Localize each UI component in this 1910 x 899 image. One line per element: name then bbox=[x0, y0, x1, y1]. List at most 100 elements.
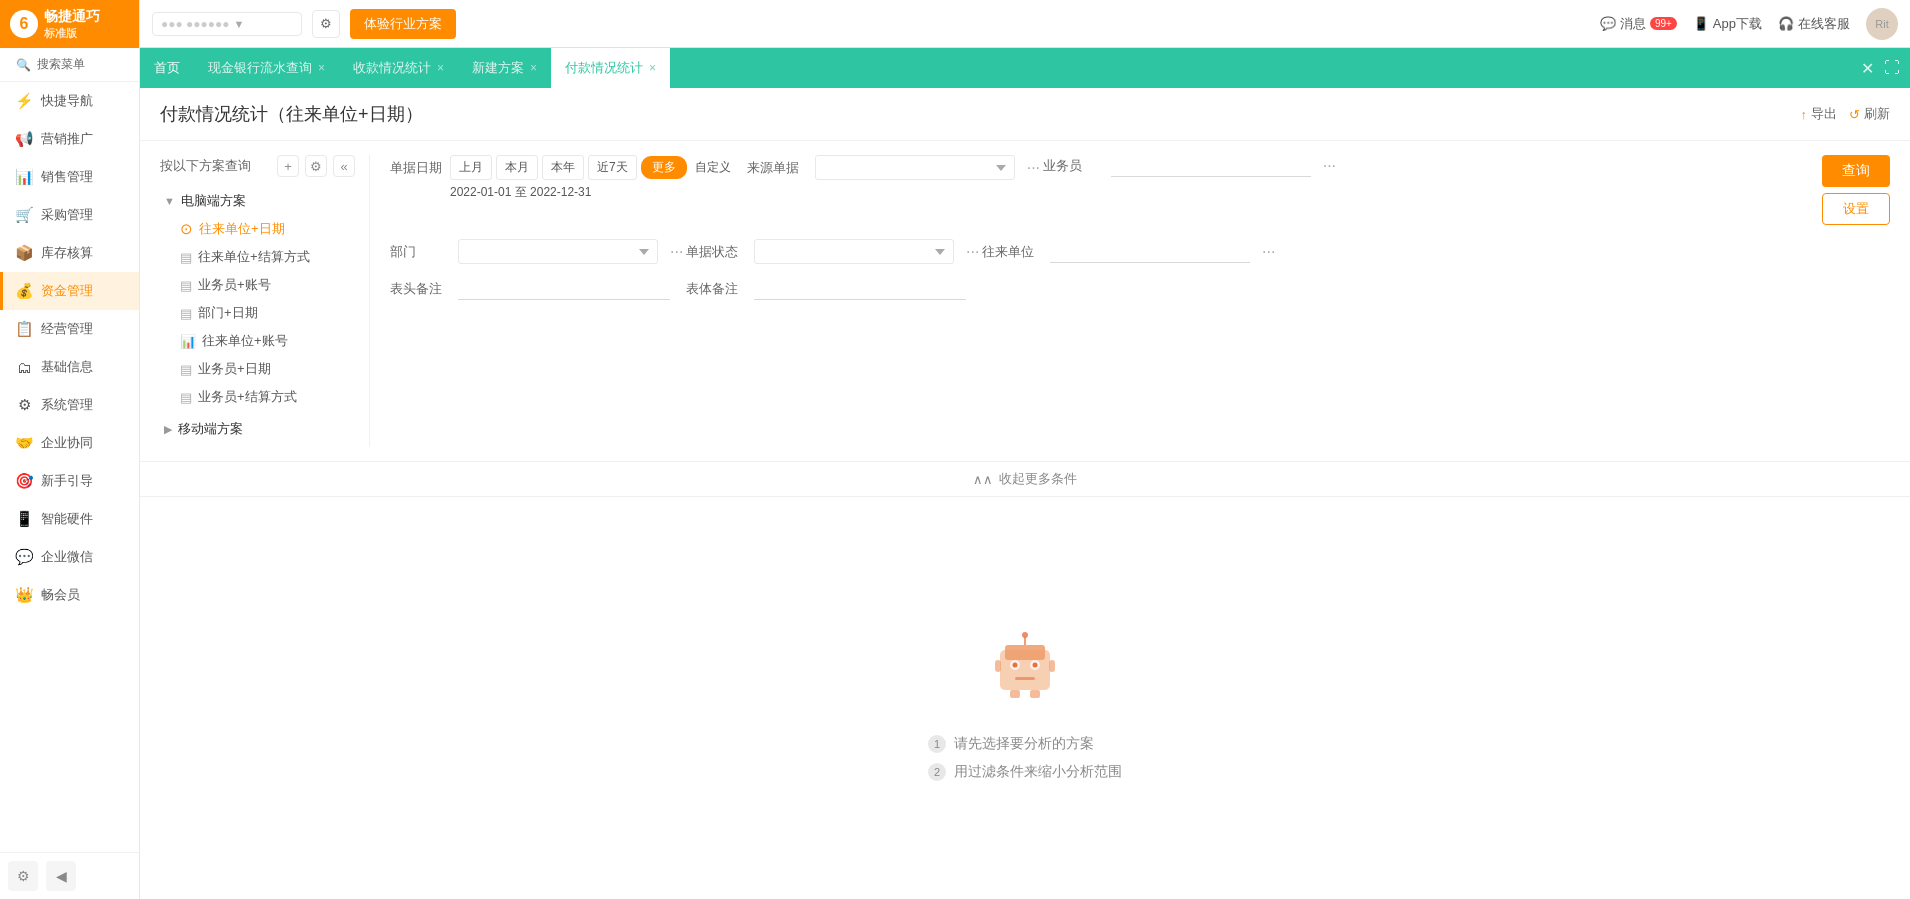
tab-home[interactable]: 首页 bbox=[140, 48, 194, 88]
scheme-settings-btn[interactable]: ⚙ bbox=[305, 155, 327, 177]
dept-dots[interactable]: ··· bbox=[666, 243, 687, 261]
date-buttons: 上月 本月 本年 近7天 更多 自定义 bbox=[450, 155, 731, 180]
scheme-grid-icon-4: ▤ bbox=[180, 362, 192, 377]
tab-bank-flow-close[interactable]: × bbox=[318, 61, 325, 75]
header-note-input[interactable] bbox=[458, 278, 670, 300]
mobile-category-header[interactable]: ▶ 移动端方案 bbox=[160, 415, 355, 443]
scheme-collapse-btn[interactable]: « bbox=[333, 155, 355, 177]
sidebar-item-basic-info[interactable]: 🗂 基础信息 bbox=[0, 348, 139, 386]
last-7days-btn[interactable]: 近7天 bbox=[588, 155, 637, 180]
refresh-btn[interactable]: ↺ 刷新 bbox=[1849, 105, 1890, 123]
sidebar-item-marketing[interactable]: 📢 营销推广 bbox=[0, 120, 139, 158]
sidebar-item-label: 新手引导 bbox=[41, 472, 93, 490]
search-menu[interactable]: 🔍 搜索菜单 bbox=[0, 48, 139, 82]
sidebar-item-hardware[interactable]: 📱 智能硬件 bbox=[0, 500, 139, 538]
tab-new-plan-close[interactable]: × bbox=[530, 61, 537, 75]
body-note-input[interactable] bbox=[754, 278, 966, 300]
salesman-input[interactable] bbox=[1111, 155, 1311, 177]
dept-select[interactable] bbox=[458, 239, 658, 264]
address-text: ●●● ●●●●●● bbox=[161, 17, 230, 31]
tab-payment-stats[interactable]: 付款情况统计 × bbox=[551, 48, 670, 88]
sidebar-collapse-btn[interactable]: ◀ bbox=[46, 861, 76, 891]
query-btn[interactable]: 查询 bbox=[1822, 155, 1890, 187]
salesman-dots[interactable]: ··· bbox=[1319, 157, 1340, 175]
sidebar-settings-btn[interactable]: ⚙ bbox=[8, 861, 38, 891]
scheme-item-label: 业务员+账号 bbox=[198, 276, 271, 294]
scheme-item-label: 业务员+结算方式 bbox=[198, 388, 297, 406]
sidebar-item-finance[interactable]: 💰 资金管理 bbox=[0, 272, 139, 310]
sidebar-item-sales[interactable]: 📊 销售管理 bbox=[0, 158, 139, 196]
sidebar-item-wechat[interactable]: 💬 企业微信 bbox=[0, 538, 139, 576]
scheme-add-btn[interactable]: + bbox=[277, 155, 299, 177]
collapse-label: 收起更多条件 bbox=[999, 470, 1077, 488]
export-btn[interactable]: ↑ 导出 bbox=[1801, 105, 1838, 123]
sidebar-item-label: 系统管理 bbox=[41, 396, 93, 414]
sidebar-item-inventory[interactable]: 📦 库存核算 bbox=[0, 234, 139, 272]
app-download-btn[interactable]: 📱 App下载 bbox=[1693, 15, 1762, 33]
settings-btn[interactable]: 设置 bbox=[1822, 193, 1890, 225]
sidebar-item-label: 销售管理 bbox=[41, 168, 93, 186]
last-month-btn[interactable]: 上月 bbox=[450, 155, 492, 180]
partner-dots[interactable]: ··· bbox=[1258, 243, 1279, 261]
scheme-active-icon: ⊙ bbox=[180, 220, 193, 238]
logo-icon: 6 bbox=[10, 10, 38, 38]
scheme-item-unit-account[interactable]: 📊 往来单位+账号 bbox=[160, 327, 355, 355]
tab-payment-stats-close[interactable]: × bbox=[649, 61, 656, 75]
trial-button[interactable]: 体验行业方案 bbox=[350, 9, 456, 39]
page-header: 付款情况统计（往来单位+日期） ↑ 导出 ↺ 刷新 bbox=[140, 88, 1910, 141]
source-doc-dots[interactable]: ··· bbox=[1023, 159, 1044, 177]
svg-rect-8 bbox=[1049, 660, 1055, 672]
messages-btn[interactable]: 💬 消息 99+ bbox=[1600, 15, 1677, 33]
sidebar-item-guide[interactable]: 🎯 新手引导 bbox=[0, 462, 139, 500]
sidebar-item-label: 快捷导航 bbox=[41, 92, 93, 110]
this-month-btn[interactable]: 本月 bbox=[496, 155, 538, 180]
messages-label: 消息 bbox=[1620, 15, 1646, 33]
source-doc-select[interactable] bbox=[815, 155, 1015, 180]
tab-collection-close[interactable]: × bbox=[437, 61, 444, 75]
partner-col: 往来单位 ··· bbox=[982, 241, 1262, 263]
online-service-btn[interactable]: 🎧 在线客服 bbox=[1778, 15, 1850, 33]
sidebar-item-operation[interactable]: 📋 经营管理 bbox=[0, 310, 139, 348]
sidebar-item-enterprise[interactable]: 🤝 企业协同 bbox=[0, 424, 139, 462]
purchase-icon: 🛒 bbox=[15, 206, 33, 224]
desktop-category-header[interactable]: ▼ 电脑端方案 bbox=[160, 187, 355, 215]
scheme-item-salesman-account[interactable]: ▤ 业务员+账号 bbox=[160, 271, 355, 299]
tab-new-plan[interactable]: 新建方案 × bbox=[458, 48, 551, 88]
tab-collection-stats[interactable]: 收款情况统计 × bbox=[339, 48, 458, 88]
more-btn[interactable]: 更多 bbox=[641, 156, 687, 179]
doc-status-dots[interactable]: ··· bbox=[962, 243, 983, 261]
svg-point-4 bbox=[1013, 663, 1018, 668]
scheme-grid-icon-1: ▤ bbox=[180, 250, 192, 265]
scheme-item-salesman-date[interactable]: ▤ 业务员+日期 bbox=[160, 355, 355, 383]
user-avatar[interactable]: Rit bbox=[1866, 8, 1898, 40]
scheme-item-unit-date[interactable]: ⊙ 往来单位+日期 bbox=[160, 215, 355, 243]
topbar-settings-btn[interactable]: ⚙ bbox=[312, 10, 340, 38]
address-bar[interactable]: ●●● ●●●●●● ▼ bbox=[152, 12, 302, 36]
tab-collection-stats-label: 收款情况统计 bbox=[353, 59, 431, 77]
source-doc-col: 来源单据 ··· bbox=[747, 155, 1027, 180]
partner-input[interactable] bbox=[1050, 241, 1250, 263]
service-icon: 🎧 bbox=[1778, 16, 1794, 31]
sidebar-item-system[interactable]: ⚙ 系统管理 bbox=[0, 386, 139, 424]
tab-bank-flow[interactable]: 现金银行流水查询 × bbox=[194, 48, 339, 88]
scheme-item-unit-settlement[interactable]: ▤ 往来单位+结算方式 bbox=[160, 243, 355, 271]
doc-status-col: 单据状态 ··· bbox=[686, 239, 966, 264]
date-label: 单据日期 bbox=[390, 159, 450, 177]
sidebar-item-label: 畅会员 bbox=[41, 586, 80, 604]
collapse-bar[interactable]: ∧∧ 收起更多条件 bbox=[140, 462, 1910, 497]
sidebar-item-purchase[interactable]: 🛒 采购管理 bbox=[0, 196, 139, 234]
scheme-item-dept-date[interactable]: ▤ 部门+日期 bbox=[160, 299, 355, 327]
enterprise-icon: 🤝 bbox=[15, 434, 33, 452]
tab-new-plan-label: 新建方案 bbox=[472, 59, 524, 77]
mobile-category: ▶ 移动端方案 bbox=[160, 415, 355, 443]
sidebar-nav: ⚡ 快捷导航 📢 营销推广 📊 销售管理 🛒 采购管理 📦 库存核算 💰 资金管… bbox=[0, 82, 139, 852]
scheme-header-label: 按以下方案查询 bbox=[160, 157, 251, 175]
scheme-item-salesman-settlement[interactable]: ▤ 业务员+结算方式 bbox=[160, 383, 355, 411]
close-all-btn[interactable]: ✕ bbox=[1861, 59, 1874, 78]
fullscreen-btn[interactable]: ⛶ bbox=[1884, 59, 1900, 77]
this-year-btn[interactable]: 本年 bbox=[542, 155, 584, 180]
scheme-grid-icon-2: ▤ bbox=[180, 278, 192, 293]
doc-status-select[interactable] bbox=[754, 239, 954, 264]
sidebar-item-vip[interactable]: 👑 畅会员 bbox=[0, 576, 139, 614]
sidebar-item-quick-nav[interactable]: ⚡ 快捷导航 bbox=[0, 82, 139, 120]
